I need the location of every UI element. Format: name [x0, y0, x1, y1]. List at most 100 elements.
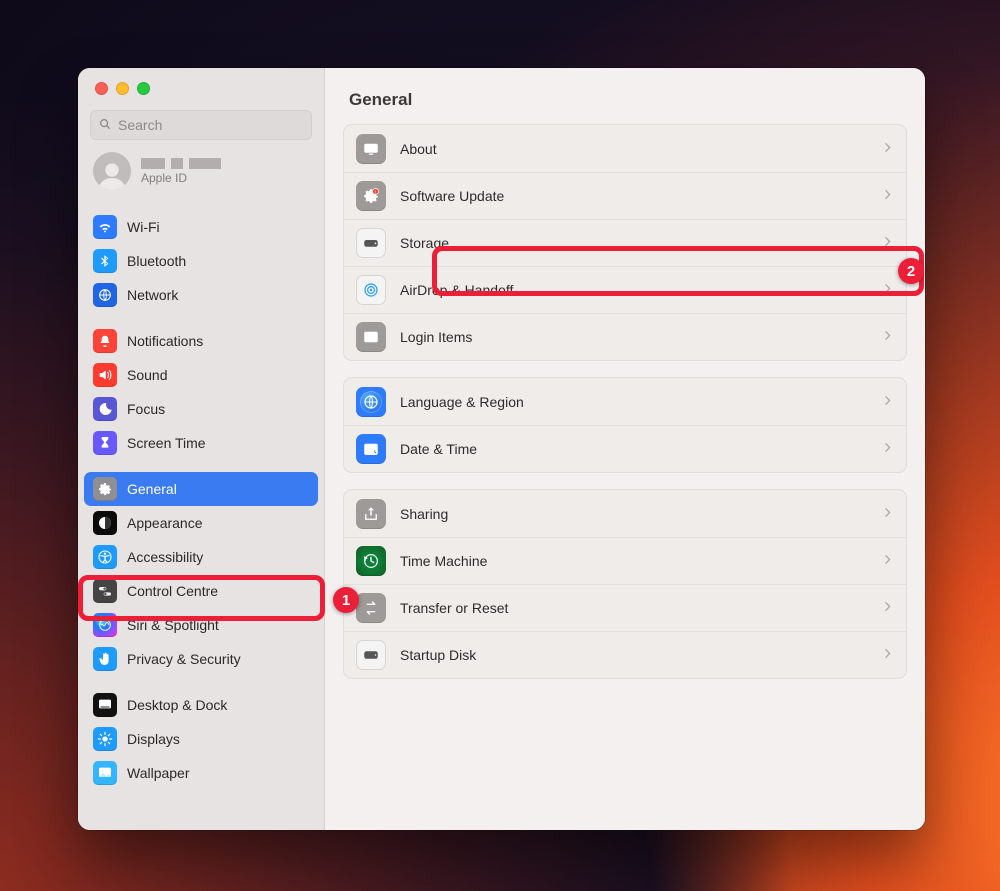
sidebar-item-network[interactable]: Network	[84, 278, 318, 312]
close-window-button[interactable]	[95, 82, 108, 95]
window-controls	[78, 68, 324, 97]
row-sharing[interactable]: Sharing	[344, 490, 906, 537]
moon-icon	[93, 397, 117, 421]
sidebar-item-privacy[interactable]: Privacy & Security	[84, 642, 318, 676]
chevron-right-icon	[881, 141, 894, 157]
row-airdrop-handoff[interactable]: AirDrop & Handoff	[344, 266, 906, 313]
chevron-right-icon	[881, 329, 894, 345]
sidebar-item-label: Screen Time	[127, 435, 309, 451]
sidebar-item-label: Privacy & Security	[127, 651, 309, 667]
sidebar-item-label: Focus	[127, 401, 309, 417]
row-label: Date & Time	[400, 441, 867, 457]
row-startup-disk[interactable]: Startup Disk	[344, 631, 906, 678]
row-label: Sharing	[400, 506, 867, 522]
settings-panel: About Software Update Storage AirDrop & Han…	[343, 124, 907, 361]
row-language-region[interactable]: Language & Region	[344, 378, 906, 425]
sidebar-item-label: Wi-Fi	[127, 219, 309, 235]
chevron-right-icon	[881, 600, 894, 616]
sidebar-item-label: Bluetooth	[127, 253, 309, 269]
gearbadge-icon	[356, 181, 386, 211]
sidebar-item-label: Siri & Spotlight	[127, 617, 309, 633]
sidebar-item-label: Accessibility	[127, 549, 309, 565]
switches-icon	[93, 579, 117, 603]
chevron-right-icon	[881, 647, 894, 663]
accessibility-icon	[93, 545, 117, 569]
avatar	[93, 152, 131, 190]
sidebar-item-wifi[interactable]: Wi-Fi	[84, 210, 318, 244]
timemachine-icon	[356, 546, 386, 576]
row-label: Language & Region	[400, 394, 867, 410]
wallpaper-icon	[93, 761, 117, 785]
chevron-right-icon	[881, 282, 894, 298]
row-transfer-reset[interactable]: Transfer or Reset	[344, 584, 906, 631]
chevron-right-icon	[881, 235, 894, 251]
search-input[interactable]	[118, 117, 304, 133]
row-time-machine[interactable]: Time Machine	[344, 537, 906, 584]
sidebar-item-appearance[interactable]: Appearance	[84, 506, 318, 540]
dock-icon	[93, 693, 117, 717]
wifi-icon	[93, 215, 117, 239]
row-date-time[interactable]: Date & Time	[344, 425, 906, 472]
row-about[interactable]: About	[344, 125, 906, 172]
sidebar-item-desktop[interactable]: Desktop & Dock	[84, 688, 318, 722]
sidebar-item-label: Network	[127, 287, 309, 303]
settings-window: Apple ID Wi-Fi Bluetooth Network Notificati…	[78, 68, 925, 830]
bell-icon	[93, 329, 117, 353]
row-label: Transfer or Reset	[400, 600, 867, 616]
sidebar-item-siri[interactable]: Siri & Spotlight	[84, 608, 318, 642]
sidebar-item-screentime[interactable]: Screen Time	[84, 426, 318, 460]
chevron-right-icon	[881, 506, 894, 522]
sidebar-item-label: Wallpaper	[127, 765, 309, 781]
sidebar-item-label: Control Centre	[127, 583, 309, 599]
chevron-right-icon	[881, 441, 894, 457]
sidebar-item-label: Appearance	[127, 515, 309, 531]
chevron-right-icon	[881, 553, 894, 569]
row-label: About	[400, 141, 867, 157]
sidebar-item-sound[interactable]: Sound	[84, 358, 318, 392]
sidebar-item-general[interactable]: General	[84, 472, 318, 506]
fullscreen-window-button[interactable]	[137, 82, 150, 95]
hourglass-icon	[93, 431, 117, 455]
siri-icon	[93, 613, 117, 637]
share-icon	[356, 499, 386, 529]
apple-id-label: Apple ID	[141, 171, 221, 185]
sidebar-item-label: General	[127, 481, 309, 497]
row-label: Storage	[400, 235, 867, 251]
gear-icon	[93, 477, 117, 501]
list-icon	[356, 322, 386, 352]
sidebar-item-wallpaper[interactable]: Wallpaper	[84, 756, 318, 790]
row-login-items[interactable]: Login Items	[344, 313, 906, 360]
row-label: Login Items	[400, 329, 867, 345]
minimize-window-button[interactable]	[116, 82, 129, 95]
sidebar-item-controlcentre[interactable]: Control Centre	[84, 574, 318, 608]
bluetooth-icon	[93, 249, 117, 273]
sidebar-item-label: Displays	[127, 731, 309, 747]
chevron-right-icon	[881, 394, 894, 410]
sidebar-item-focus[interactable]: Focus	[84, 392, 318, 426]
row-label: AirDrop & Handoff	[400, 282, 867, 298]
settings-panel: Language & Region Date & Time	[343, 377, 907, 473]
apple-id-row[interactable]: Apple ID	[78, 148, 324, 204]
sidebar-item-displays[interactable]: Displays	[84, 722, 318, 756]
settings-panel: Sharing Time Machine Transfer or Reset Star…	[343, 489, 907, 679]
speaker-icon	[93, 363, 117, 387]
page-title: General	[325, 68, 925, 124]
user-name-redacted	[141, 158, 221, 169]
sidebar-item-accessibility[interactable]: Accessibility	[84, 540, 318, 574]
appearance-icon	[93, 511, 117, 535]
display-icon	[356, 134, 386, 164]
search-field[interactable]	[90, 110, 312, 140]
row-software-update[interactable]: Software Update	[344, 172, 906, 219]
sidebar-item-label: Notifications	[127, 333, 309, 349]
disk-icon	[356, 640, 386, 670]
drive-icon	[356, 228, 386, 258]
sun-icon	[93, 727, 117, 751]
sidebar-item-notifications[interactable]: Notifications	[84, 324, 318, 358]
hand-icon	[93, 647, 117, 671]
row-storage[interactable]: Storage	[344, 219, 906, 266]
sidebar-item-bluetooth[interactable]: Bluetooth	[84, 244, 318, 278]
search-icon	[98, 117, 112, 134]
sidebar: Apple ID Wi-Fi Bluetooth Network Notificati…	[78, 68, 325, 830]
transfer-icon	[356, 593, 386, 623]
globe-icon	[93, 283, 117, 307]
